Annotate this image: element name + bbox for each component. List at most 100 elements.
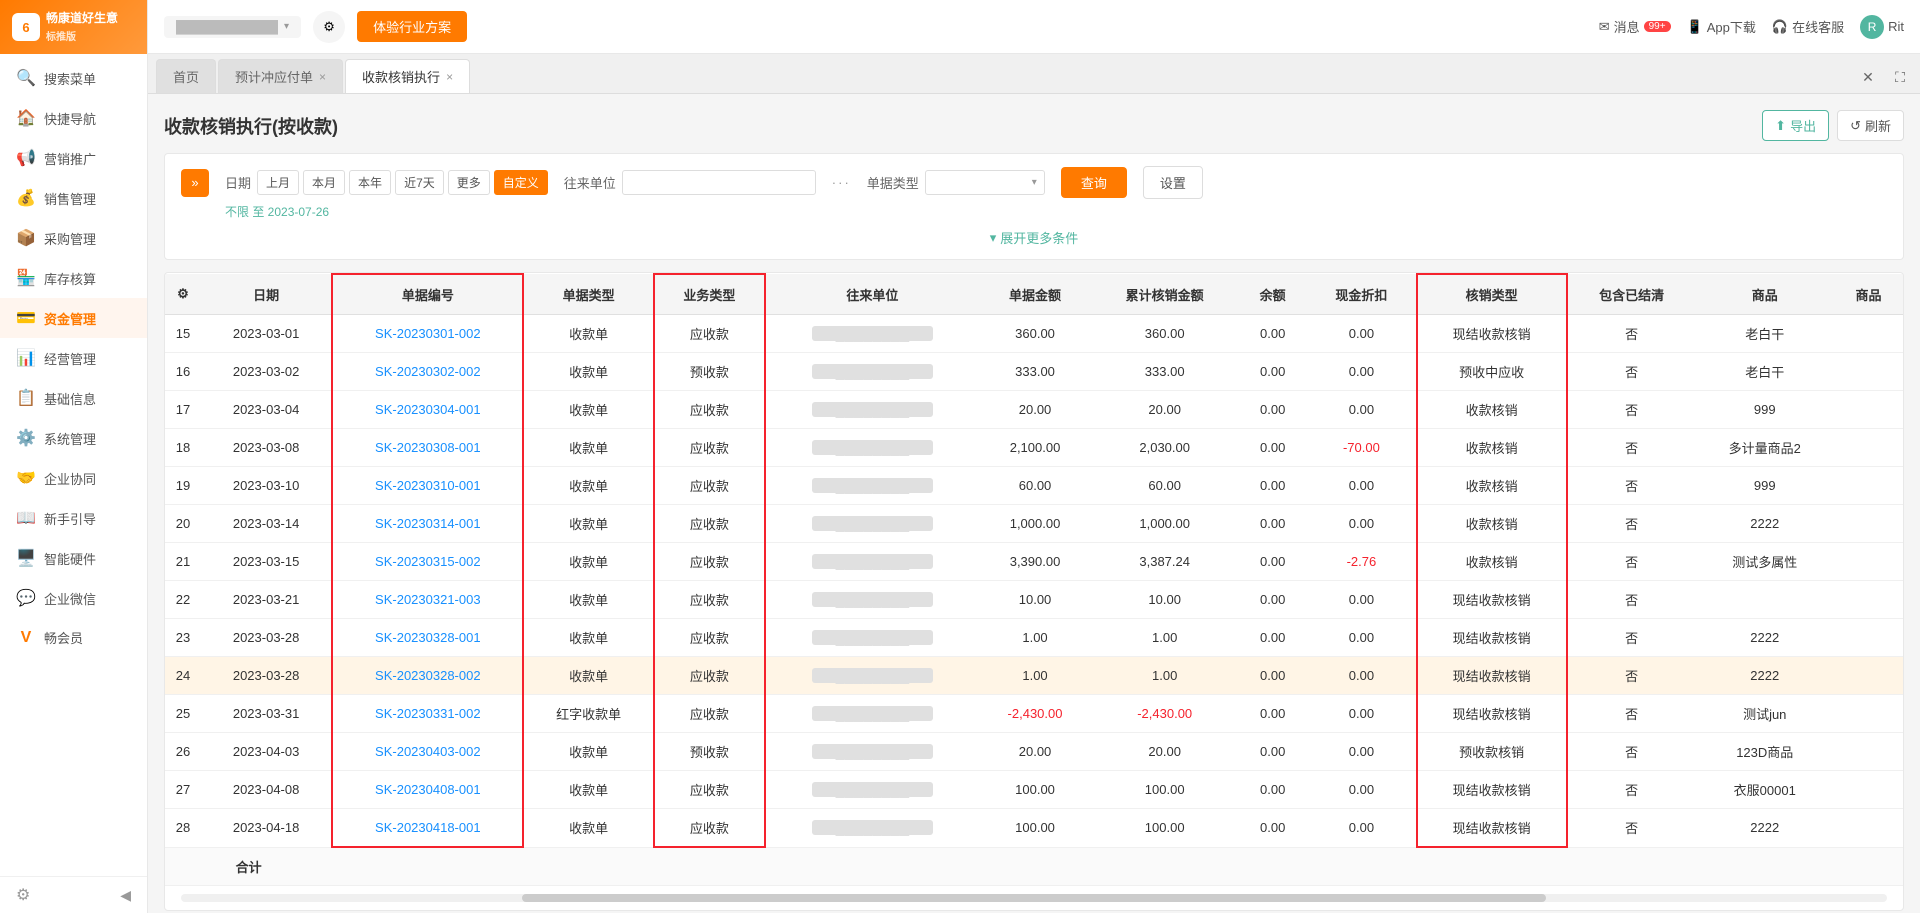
cell-wotype: 现结收款核销: [1417, 581, 1567, 619]
tab-receivable-close[interactable]: ×: [446, 70, 453, 84]
scrollbar-thumb[interactable]: [522, 894, 1546, 902]
col-wotype[interactable]: 核销类型: [1417, 274, 1567, 315]
cell-discount: 0.00: [1307, 619, 1416, 657]
slip-no-link[interactable]: SK-20230304-001: [375, 402, 481, 417]
cell-balance: 0.00: [1238, 315, 1307, 353]
col-date[interactable]: 日期: [201, 274, 332, 315]
col-goods2[interactable]: 商品: [1834, 274, 1903, 315]
tab-prepay-close[interactable]: ×: [319, 70, 326, 84]
sidebar-item-label: 库存核算: [44, 269, 96, 288]
slip-no-link[interactable]: SK-20230310-001: [375, 478, 481, 493]
filter-expand-button[interactable]: »: [181, 169, 209, 197]
date-btn-more[interactable]: 更多: [448, 170, 490, 195]
tab-receivable[interactable]: 收款核销执行 ×: [345, 59, 470, 93]
slip-no-link[interactable]: SK-20230314-001: [375, 516, 481, 531]
sidebar-item-basic-info[interactable]: 📋 基础信息: [0, 378, 147, 418]
date-btn-this-month[interactable]: 本月: [303, 170, 345, 195]
table-header-row: ⚙ 日期 单据编号 单据类型 业务类型 往来单位 单据金额 累计核销金额 余额 …: [165, 274, 1903, 315]
slip-no-link[interactable]: SK-20230315-002: [375, 554, 481, 569]
col-biz-type[interactable]: 业务类型: [654, 274, 765, 315]
col-settings[interactable]: ⚙: [165, 274, 201, 315]
cell-partner: ████████: [765, 429, 979, 467]
slip-no-link[interactable]: SK-20230321-003: [375, 592, 481, 607]
col-balance[interactable]: 余额: [1238, 274, 1307, 315]
user-avatar[interactable]: R Rit: [1860, 15, 1904, 39]
slip-no-link[interactable]: SK-20230328-002: [375, 668, 481, 683]
tab-prepay[interactable]: 预计冲应付单 ×: [218, 59, 343, 93]
smart-hw-icon: 🖥️: [16, 548, 36, 568]
date-btn-this-year[interactable]: 本年: [349, 170, 391, 195]
date-range-display: 不限 至 2023-07-26: [181, 203, 1887, 220]
date-btn-last-month[interactable]: 上月: [257, 170, 299, 195]
cell-no: 25: [165, 695, 201, 733]
sidebar-item-sales[interactable]: 💰 销售管理: [0, 178, 147, 218]
corp-icon: 🤝: [16, 468, 36, 488]
sidebar-item-wechat[interactable]: 💬 企业微信: [0, 578, 147, 618]
col-settled[interactable]: 包含已结清: [1567, 274, 1696, 315]
date-btn-7days[interactable]: 近7天: [395, 170, 444, 195]
slip-no-link[interactable]: SK-20230408-001: [375, 782, 481, 797]
slip-no-link[interactable]: SK-20230308-001: [375, 440, 481, 455]
col-writeoff[interactable]: 累计核销金额: [1091, 274, 1238, 315]
solution-button[interactable]: 体验行业方案: [357, 11, 467, 42]
slip-no-link[interactable]: SK-20230301-002: [375, 326, 481, 341]
cell-amount: 3,390.00: [979, 543, 1091, 581]
sidebar-item-guide[interactable]: 📖 新手引导: [0, 498, 147, 538]
message-badge: 99+: [1644, 21, 1671, 32]
slip-no-link[interactable]: SK-20230418-001: [375, 820, 481, 835]
sidebar-item-quick-nav[interactable]: 🏠 快捷导航: [0, 98, 147, 138]
col-discount[interactable]: 现金折扣: [1307, 274, 1416, 315]
refresh-button[interactable]: ↺ 刷新: [1837, 110, 1904, 141]
scrollbar-track[interactable]: [181, 894, 1887, 902]
slip-no-link[interactable]: SK-20230403-002: [375, 744, 481, 759]
tab-expand-btn[interactable]: ⛶: [1888, 65, 1912, 89]
table-scrollbar-area[interactable]: [165, 886, 1903, 910]
sidebar-item-operations[interactable]: 📊 经营管理: [0, 338, 147, 378]
cell-slip-type: 红字收款单: [523, 695, 653, 733]
date-btn-custom[interactable]: 自定义: [494, 170, 548, 195]
slip-no-link[interactable]: SK-20230328-001: [375, 630, 481, 645]
cell-settled: 否: [1567, 429, 1696, 467]
sidebar-item-search[interactable]: 🔍 搜索菜单: [0, 58, 147, 98]
cell-biz-type: 应收款: [654, 467, 765, 505]
export-button[interactable]: ⬆ 导出: [1762, 110, 1829, 141]
sidebar-item-corp[interactable]: 🤝 企业协同: [0, 458, 147, 498]
online-service-button[interactable]: 🎧 在线客服: [1772, 17, 1844, 36]
sidebar-collapse-icon[interactable]: ◀: [120, 887, 131, 904]
sidebar-item-marketing[interactable]: 📢 营销推广: [0, 138, 147, 178]
sidebar-item-smart-hw[interactable]: 🖥️ 智能硬件: [0, 538, 147, 578]
col-partner[interactable]: 往来单位: [765, 274, 979, 315]
cell-balance: 0.00: [1238, 657, 1307, 695]
col-slip-type[interactable]: 单据类型: [523, 274, 653, 315]
expand-more-button[interactable]: ▾ 展开更多条件: [990, 228, 1079, 247]
cell-no: 27: [165, 771, 201, 809]
tab-home[interactable]: 首页: [156, 59, 216, 93]
tab-close-btn[interactable]: ✕: [1856, 65, 1880, 89]
slip-type-select[interactable]: 收款单 红字收款单: [925, 170, 1045, 195]
col-amount[interactable]: 单据金额: [979, 274, 1091, 315]
sidebar-item-purchase[interactable]: 📦 采购管理: [0, 218, 147, 258]
sidebar-settings-icon[interactable]: ⚙: [16, 885, 30, 905]
cell-discount: 0.00: [1307, 505, 1416, 543]
partner-input[interactable]: [622, 170, 816, 195]
query-button[interactable]: 查询: [1061, 167, 1127, 198]
slip-no-link[interactable]: SK-20230331-002: [375, 706, 481, 721]
cell-writeoff: 100.00: [1091, 771, 1238, 809]
col-slip-no[interactable]: 单据编号: [332, 274, 523, 315]
app-download-button[interactable]: 📱 App下载: [1687, 17, 1756, 36]
sidebar-item-member[interactable]: V 畅会员: [0, 618, 147, 657]
slip-no-link[interactable]: SK-20230302-002: [375, 364, 481, 379]
table-row: 25 2023-03-31 SK-20230331-002 红字收款单 应收款 …: [165, 695, 1903, 733]
settings-button[interactable]: ⚙: [313, 11, 345, 43]
workspace-selector[interactable]: ████████████ ▾: [164, 16, 301, 38]
table-row: 19 2023-03-10 SK-20230310-001 收款单 应收款 ██…: [165, 467, 1903, 505]
sidebar-item-inventory[interactable]: 🏪 库存核算: [0, 258, 147, 298]
message-button[interactable]: ✉ 消息 99+: [1599, 17, 1671, 36]
sidebar-item-system[interactable]: ⚙️ 系统管理: [0, 418, 147, 458]
setting-button[interactable]: 设置: [1143, 166, 1203, 199]
cell-wotype: 现结收款核销: [1417, 771, 1567, 809]
col-goods1[interactable]: 商品: [1696, 274, 1834, 315]
cell-goods2: [1834, 391, 1903, 429]
sidebar-item-finance[interactable]: 💳 资金管理: [0, 298, 147, 338]
cell-date: 2023-04-18: [201, 809, 332, 848]
